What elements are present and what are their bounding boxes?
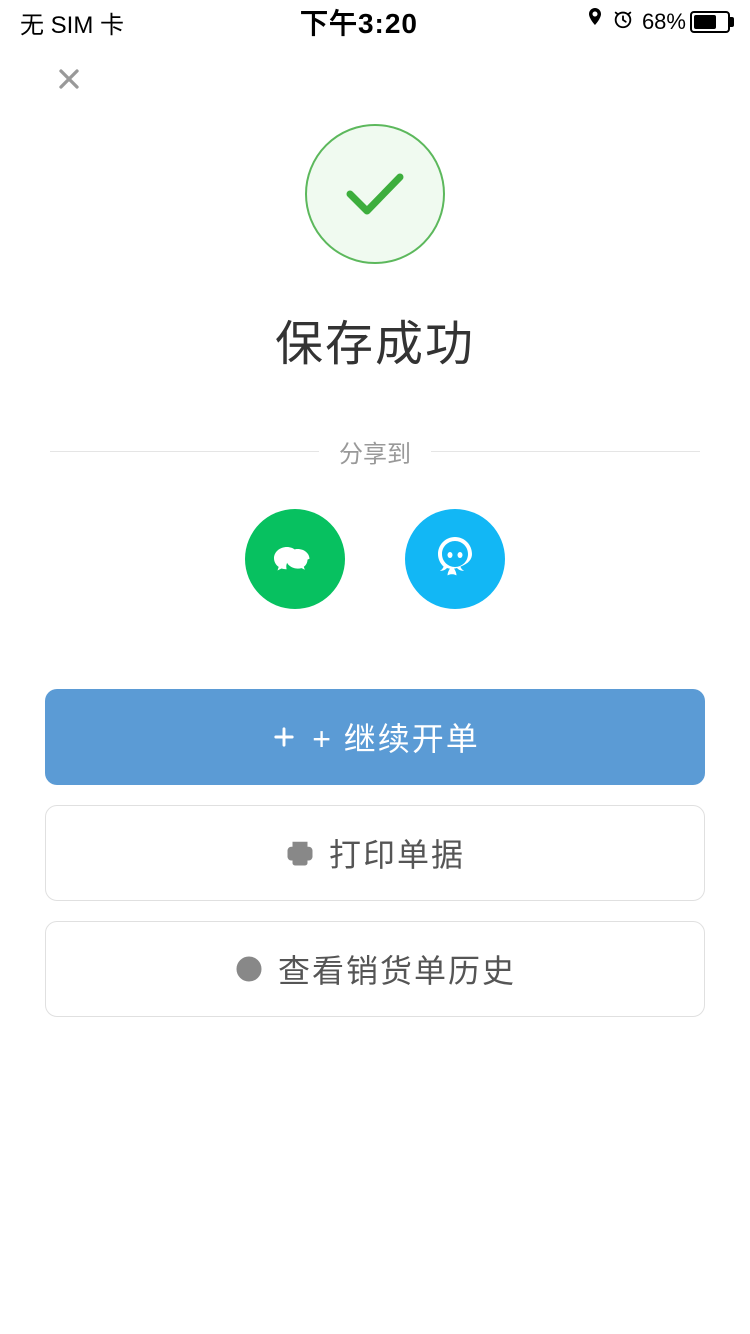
qq-share-button[interactable] (405, 509, 505, 609)
checkmark-icon (335, 154, 415, 234)
history-button[interactable]: 查看销货单历史 (45, 921, 705, 1017)
wechat-icon (265, 529, 325, 589)
location-icon (586, 8, 604, 36)
plus-icon (270, 723, 298, 751)
continue-order-label: + 继续开单 (312, 714, 480, 760)
status-left: 无 SIM 卡 (20, 5, 132, 40)
share-icons (50, 509, 700, 609)
battery-percentage: 68% (642, 9, 686, 35)
action-buttons: + 继续开单 打印单据 查看销货单历史 (45, 689, 705, 1017)
carrier-label: 无 SIM 卡 (20, 5, 124, 40)
continue-order-button[interactable]: + 继续开单 (45, 689, 705, 785)
battery-indicator: 68% (642, 9, 730, 35)
history-icon (234, 954, 264, 984)
print-button[interactable]: 打印单据 (45, 805, 705, 901)
battery-fill (694, 15, 716, 29)
alarm-icon (612, 8, 634, 36)
close-button[interactable] (44, 54, 94, 104)
status-right: 68% (586, 8, 730, 36)
divider-line-left (50, 451, 319, 452)
qq-icon (425, 529, 485, 589)
share-section: 分享到 (0, 434, 750, 609)
print-icon (285, 838, 315, 868)
share-divider: 分享到 (50, 434, 700, 469)
status-bar: 无 SIM 卡 下午3:20 68% (0, 0, 750, 44)
share-label: 分享到 (339, 434, 411, 469)
status-time: 下午3:20 (300, 2, 418, 42)
print-label: 打印单据 (329, 830, 465, 876)
success-title: 保存成功 (275, 304, 475, 374)
divider-line-right (431, 451, 700, 452)
history-label: 查看销货单历史 (278, 946, 516, 992)
wechat-share-button[interactable] (245, 509, 345, 609)
main-content: 保存成功 分享到 (0, 44, 750, 1017)
battery-box (690, 11, 730, 33)
success-circle (305, 124, 445, 264)
